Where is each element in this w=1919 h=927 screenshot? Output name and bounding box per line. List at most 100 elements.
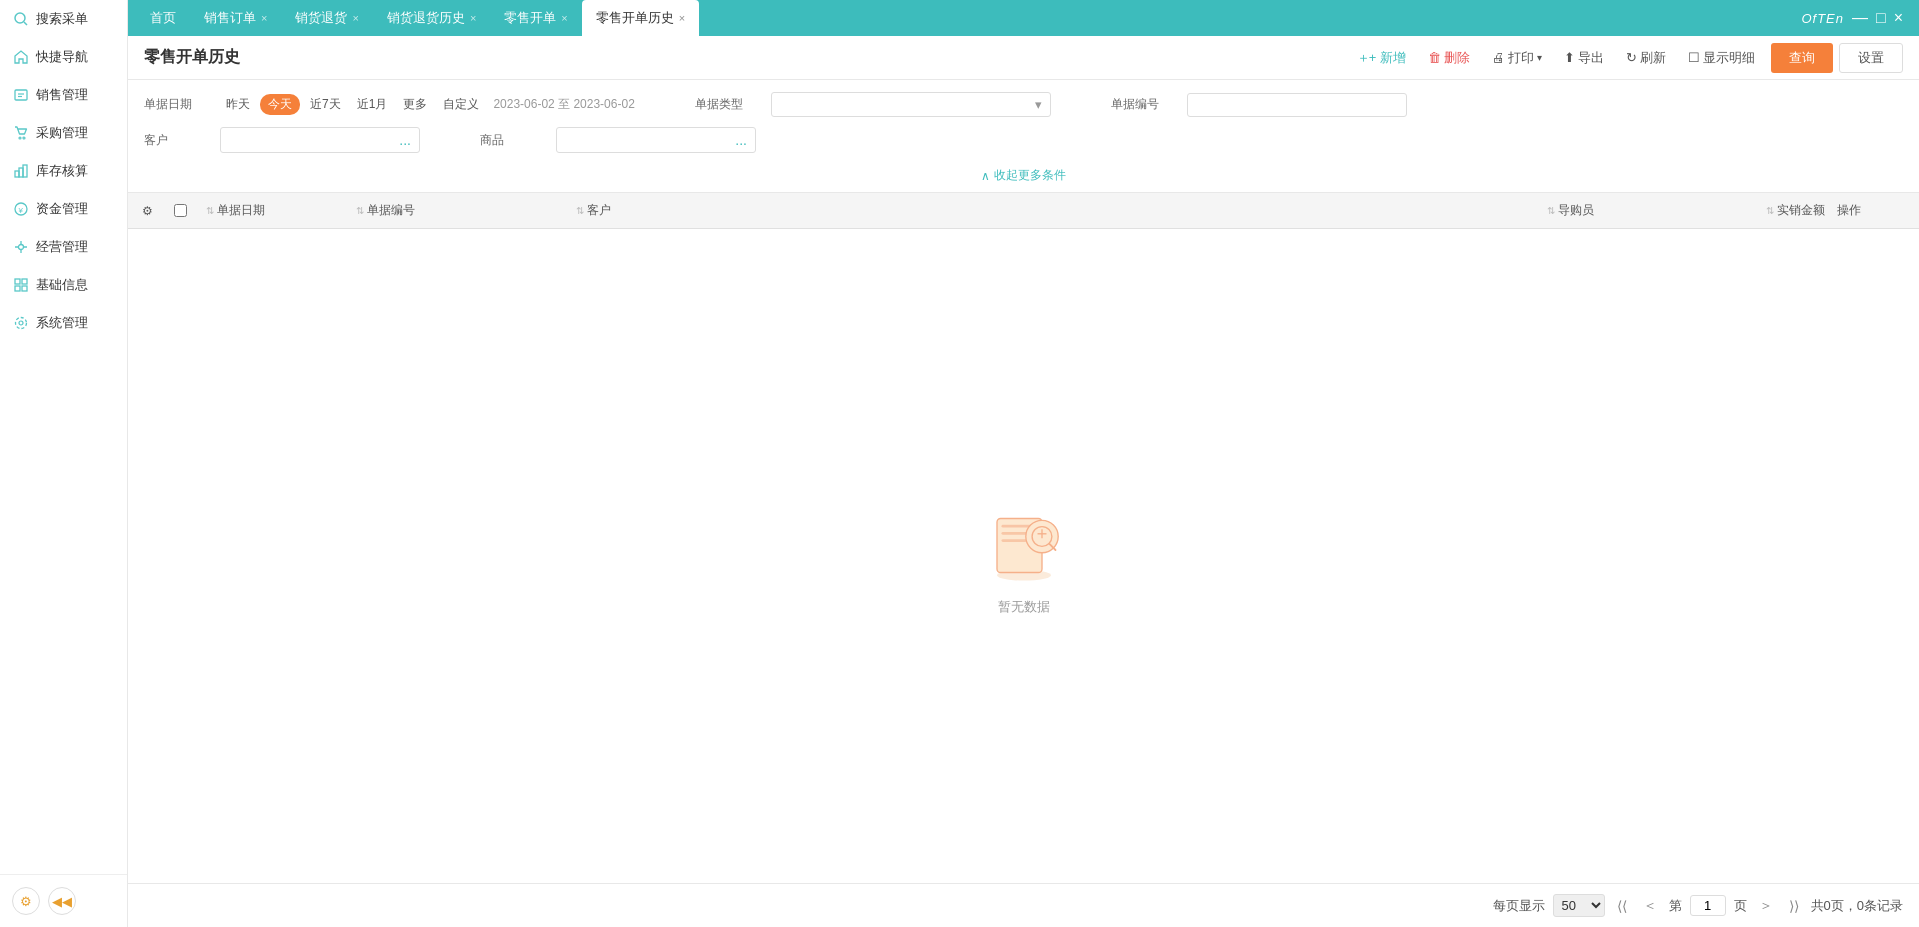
customer-label: 客户: [144, 132, 200, 149]
tab-sales-return-close[interactable]: ×: [352, 12, 358, 24]
select-all-checkbox[interactable]: [174, 204, 187, 217]
sidebar-item-label: 库存核算: [36, 162, 88, 180]
th-checkbox[interactable]: [168, 204, 200, 217]
collapse-icon: ◀◀: [52, 894, 72, 909]
more-btn[interactable]: 更多: [397, 94, 433, 115]
sidebar-item-label: 快捷导航: [36, 48, 88, 66]
window-maximize[interactable]: □: [1876, 9, 1886, 27]
purchase-icon: [12, 124, 30, 142]
sidebar-item-sales-mgmt[interactable]: 销售管理: [0, 76, 127, 114]
sort-icon-5: ⇅: [1766, 205, 1774, 216]
sidebar-search[interactable]: 搜索采单: [0, 0, 127, 38]
sidebar-item-inventory[interactable]: 库存核算: [0, 152, 127, 190]
page-size-select[interactable]: 50 10 20 100: [1553, 894, 1605, 917]
tab-retail-open-history-close[interactable]: ×: [679, 12, 685, 24]
th-doc-date-label: 单据日期: [217, 202, 265, 219]
date-buttons: 昨天 今天 近7天 近1月 更多 自定义 2023-06-02 至 2023-0…: [220, 94, 635, 115]
sidebar-item-label: 经营管理: [36, 238, 88, 256]
svg-rect-2: [15, 90, 27, 100]
svg-text:¥: ¥: [18, 206, 24, 215]
refresh-icon: ↻: [1626, 50, 1637, 65]
tab-sales-return-history[interactable]: 销货退货历史 ×: [373, 0, 490, 36]
per-page-label: 每页显示: [1493, 897, 1545, 915]
svg-rect-16: [22, 286, 27, 291]
search-icon: [12, 10, 30, 28]
svg-point-0: [15, 13, 25, 23]
sidebar-item-basic-info[interactable]: 基础信息: [0, 266, 127, 304]
th-actual-amount-label: 实销金额: [1777, 202, 1825, 219]
doc-no-input[interactable]: [1187, 93, 1407, 117]
tab-sales-return-history-close[interactable]: ×: [470, 12, 476, 24]
svg-rect-15: [15, 286, 20, 291]
sidebar-item-purchase-mgmt[interactable]: 采购管理: [0, 114, 127, 152]
add-button[interactable]: ＋ + 新增: [1347, 44, 1416, 72]
product-label: 商品: [480, 132, 536, 149]
tab-sales-order[interactable]: 销售订单 ×: [190, 0, 281, 36]
th-doc-no[interactable]: ⇅ 单据编号: [350, 202, 570, 219]
custom-btn[interactable]: 自定义: [437, 94, 485, 115]
tab-sales-order-close[interactable]: ×: [261, 12, 267, 24]
sidebar-item-sys-mgmt[interactable]: 系统管理: [0, 304, 127, 342]
first-page-btn[interactable]: ⟨⟨: [1613, 896, 1631, 916]
date-range-display: 2023-06-02 至 2023-06-02: [493, 96, 634, 113]
last7days-btn[interactable]: 近7天: [304, 94, 347, 115]
sidebar-item-quick-nav[interactable]: 快捷导航: [0, 38, 127, 76]
prev-page-btn[interactable]: ＜: [1639, 895, 1661, 917]
tab-retail-open-history[interactable]: 零售开单历史 ×: [582, 0, 699, 36]
print-button[interactable]: 🖨 打印 ▾: [1482, 44, 1552, 72]
customer-select[interactable]: ...: [220, 127, 420, 153]
tab-retail-open-label: 零售开单: [504, 9, 556, 27]
tab-home[interactable]: 首页: [136, 0, 190, 36]
collapse-up-icon: ∧: [981, 169, 990, 183]
sidebar-item-operations[interactable]: 经营管理: [0, 228, 127, 266]
svg-rect-9: [23, 165, 27, 177]
export-button[interactable]: ⬆ 导出: [1554, 44, 1614, 72]
sidebar-item-label: 采购管理: [36, 124, 88, 142]
home-icon: [12, 48, 30, 66]
settings-bottom-btn[interactable]: ⚙: [12, 887, 40, 915]
tab-retail-open[interactable]: 零售开单 ×: [490, 0, 581, 36]
svg-rect-13: [15, 279, 20, 284]
sales-icon: [12, 86, 30, 104]
filter-row-2: 客户 ... 商品 ...: [144, 127, 1903, 153]
collapse-btn[interactable]: ◀◀: [48, 887, 76, 915]
empty-illustration: [979, 496, 1069, 586]
th-doc-date[interactable]: ⇅ 单据日期: [200, 202, 350, 219]
main-area: 首页 销售订单 × 销货退货 × 销货退货历史 × 零售开单 × 零售开单历史 …: [128, 0, 1919, 927]
sidebar-search-label: 搜索采单: [36, 10, 88, 28]
next-page-btn[interactable]: ＞: [1755, 895, 1777, 917]
tab-retail-open-close[interactable]: ×: [561, 12, 567, 24]
current-page-input[interactable]: [1690, 895, 1726, 916]
sidebar-item-finance[interactable]: ¥ 资金管理: [0, 190, 127, 228]
query-button[interactable]: 查询: [1771, 43, 1833, 73]
last-page-btn[interactable]: ⟩⟩: [1785, 896, 1803, 916]
th-actual-amount[interactable]: ⇅ 实销金额: [1701, 202, 1831, 219]
th-operation: 操作: [1831, 202, 1911, 219]
customer-dots-icon[interactable]: ...: [399, 132, 411, 148]
refresh-button[interactable]: ↻ 刷新: [1616, 44, 1676, 72]
window-minimize[interactable]: —: [1852, 9, 1868, 27]
sort-icon-2: ⇅: [356, 205, 364, 216]
last-month-btn[interactable]: 近1月: [351, 94, 394, 115]
th-guide[interactable]: ⇅ 导购员: [1541, 202, 1701, 219]
collapse-bar[interactable]: ∧ 收起更多条件: [144, 163, 1903, 184]
th-customer[interactable]: ⇅ 客户: [570, 202, 1541, 219]
display-detail-button[interactable]: ☐ 显示明细: [1678, 44, 1765, 72]
empty-text: 暂无数据: [998, 598, 1050, 616]
tab-sales-return[interactable]: 销货退货 ×: [281, 0, 372, 36]
doc-type-select[interactable]: ▾: [771, 92, 1051, 117]
total-text: 共0页，0条记录: [1811, 897, 1903, 915]
window-close[interactable]: ×: [1894, 9, 1903, 27]
product-select[interactable]: ...: [556, 127, 756, 153]
delete-button[interactable]: 🗑 删除: [1418, 44, 1480, 72]
svg-line-1: [24, 22, 27, 25]
setting-button[interactable]: 设置: [1839, 43, 1903, 73]
th-settings[interactable]: ⚙: [136, 204, 168, 218]
settings-icon[interactable]: ⚙: [142, 204, 153, 218]
yesterday-btn[interactable]: 昨天: [220, 94, 256, 115]
product-dots-icon[interactable]: ...: [735, 132, 747, 148]
chevron-down-icon: ▾: [1035, 97, 1042, 112]
page-label: 第: [1669, 897, 1682, 915]
toolbar: 零售开单历史 ＋ + 新增 🗑 删除 🖨 打印 ▾ ⬆ 导出 ↻ 刷新 ☐ 显示…: [128, 36, 1919, 80]
today-btn[interactable]: 今天: [260, 94, 300, 115]
